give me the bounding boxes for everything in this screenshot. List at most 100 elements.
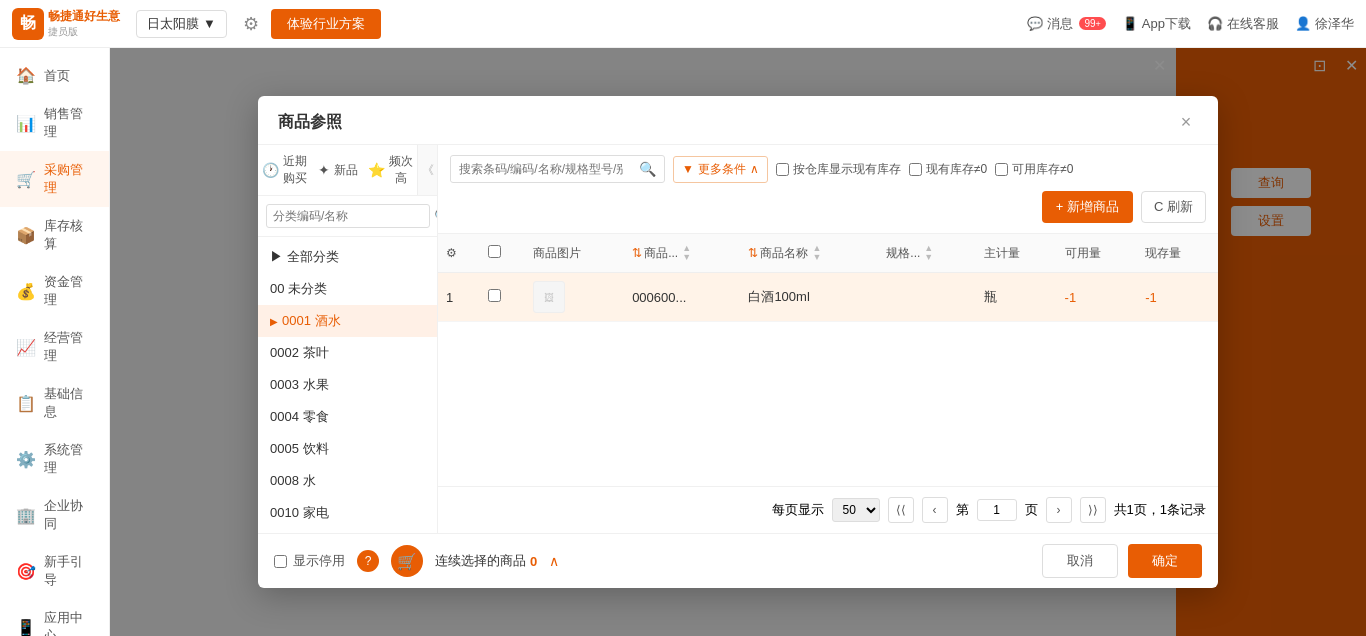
inventory-icon: 📦 bbox=[16, 226, 36, 245]
category-all[interactable]: ▶ 全部分类 bbox=[258, 241, 437, 273]
guide-icon: 🎯 bbox=[16, 562, 36, 581]
page-last-button[interactable]: ⟩⟩ bbox=[1080, 497, 1106, 523]
sidebar-item-sales[interactable]: 📊 销售管理 bbox=[0, 95, 109, 151]
category-item-water[interactable]: 0008 水 bbox=[258, 465, 437, 497]
toolbar-right: + 新增商品 C 刷新 bbox=[1042, 191, 1206, 223]
tab-high-frequency[interactable]: ⭐ 频次高 bbox=[364, 145, 417, 195]
finance-icon: 💰 bbox=[16, 282, 36, 301]
category-item-appliance[interactable]: 0010 家电 bbox=[258, 497, 437, 529]
select-all-checkbox[interactable] bbox=[488, 245, 501, 258]
category-search-input[interactable] bbox=[266, 204, 430, 228]
image-placeholder-icon: 🖼 bbox=[544, 292, 554, 303]
message-badge: 99+ bbox=[1079, 17, 1105, 30]
tab-recent-purchase[interactable]: 🕐 近期购买 bbox=[258, 145, 311, 195]
spec-sort-arrows[interactable]: ▲▼ bbox=[924, 244, 933, 262]
footer-left: 显示停用 bbox=[274, 552, 345, 570]
name-sort-arrows[interactable]: ▲▼ bbox=[812, 244, 821, 262]
product-search-input[interactable] bbox=[451, 157, 631, 181]
sidebar: 🏠 首页 📊 销售管理 🛒 采购管理 📦 库存核算 💰 资金管理 📈 经营管理 … bbox=[0, 48, 110, 636]
category-item-fruit[interactable]: 0003 水果 bbox=[258, 369, 437, 401]
more-filter-button[interactable]: ▼ 更多条件 ∧ bbox=[673, 156, 768, 183]
recent-icon: 🕐 bbox=[262, 162, 279, 178]
row-num: 1 bbox=[438, 273, 480, 322]
nav-user-avatar[interactable]: 👤 徐泽华 bbox=[1295, 15, 1354, 33]
sidebar-item-enterprise[interactable]: 🏢 企业协同 bbox=[0, 487, 109, 543]
sidebar-item-basic-info[interactable]: 📋 基础信息 bbox=[0, 375, 109, 431]
row-available: -1 bbox=[1057, 273, 1138, 322]
page-prev-button[interactable]: ‹ bbox=[922, 497, 948, 523]
home-icon: 🏠 bbox=[16, 66, 36, 85]
page-first-button[interactable]: ⟨⟨ bbox=[888, 497, 914, 523]
row-spec bbox=[878, 273, 976, 322]
checkbox-usable-stock[interactable]: 可用库存≠0 bbox=[995, 161, 1073, 178]
help-icon-button[interactable]: ? bbox=[357, 550, 379, 572]
nav-online-service[interactable]: 🎧 在线客服 bbox=[1207, 15, 1279, 33]
code-sort-arrows[interactable]: ▲▼ bbox=[682, 244, 691, 262]
sidebar-item-guide[interactable]: 🎯 新手引导 bbox=[0, 543, 109, 599]
table-row[interactable]: 1 🖼 bbox=[438, 273, 1218, 322]
product-image: 🖼 bbox=[533, 281, 565, 313]
product-table: ⚙ 商品图片 bbox=[438, 234, 1218, 486]
logo-text: 畅捷通好生意 捷员版 bbox=[48, 8, 120, 39]
product-search-button[interactable]: 🔍 bbox=[631, 156, 664, 182]
modal-close-button[interactable]: × bbox=[1174, 110, 1198, 134]
gear-icon[interactable]: ⚙ bbox=[243, 13, 259, 35]
page-size-select[interactable]: 50 bbox=[832, 498, 880, 522]
sidebar-item-inventory[interactable]: 📦 库存核算 bbox=[0, 207, 109, 263]
category-item-beverage[interactable]: 0005 饮料 bbox=[258, 433, 437, 465]
cancel-button[interactable]: 取消 bbox=[1042, 544, 1118, 578]
nav-right: 💬 消息 99+ 📱 App下载 🎧 在线客服 👤 徐泽华 bbox=[1027, 15, 1354, 33]
page-label: 第 bbox=[956, 501, 969, 519]
product-reference-modal: 商品参照 × 🕐 近期购买 ✦ bbox=[258, 96, 1218, 588]
page-next-button[interactable]: › bbox=[1046, 497, 1072, 523]
category-item-tea[interactable]: 0002 茶叶 bbox=[258, 337, 437, 369]
cart-icon-button[interactable]: 🛒 bbox=[391, 545, 423, 577]
logo-area: 畅 畅捷通好生意 捷员版 bbox=[12, 8, 120, 40]
category-list: ▶ 全部分类 00 未分类 ▶ 0001 酒水 0002 茶叶 bbox=[258, 237, 437, 533]
sidebar-item-app-center[interactable]: 📱 应用中心 bbox=[0, 599, 109, 636]
name-sort-icon: ⇅ bbox=[748, 246, 758, 260]
operations-icon: 📈 bbox=[16, 338, 36, 357]
checkbox-warehouse-stock[interactable]: 按仓库显示现有库存 bbox=[776, 161, 901, 178]
refresh-button[interactable]: C 刷新 bbox=[1141, 191, 1206, 223]
user-icon: 👤 bbox=[1295, 16, 1311, 31]
add-product-button[interactable]: + 新增商品 bbox=[1042, 191, 1133, 223]
sidebar-item-operations[interactable]: 📈 经营管理 bbox=[0, 319, 109, 375]
row-select-checkbox[interactable] bbox=[488, 289, 501, 302]
nav-app-download[interactable]: 📱 App下载 bbox=[1122, 15, 1191, 33]
checkbox-available-stock[interactable]: 现有库存≠0 bbox=[909, 161, 987, 178]
footer-right: 取消 确定 bbox=[1042, 544, 1202, 578]
settings-icon[interactable]: ⚙ bbox=[446, 246, 457, 260]
th-checkbox bbox=[480, 234, 525, 273]
th-image: 商品图片 bbox=[525, 234, 624, 273]
sidebar-item-finance[interactable]: 💰 资金管理 bbox=[0, 263, 109, 319]
usable-stock-checkbox[interactable] bbox=[995, 163, 1008, 176]
new-icon: ✦ bbox=[318, 162, 330, 178]
sidebar-item-system[interactable]: ⚙️ 系统管理 bbox=[0, 431, 109, 487]
experience-button[interactable]: 体验行业方案 bbox=[271, 9, 381, 39]
category-nav-tabs: 🕐 近期购买 ✦ 新品 ⭐ 频次高 《 bbox=[258, 145, 437, 196]
product-search-box: 🔍 bbox=[450, 155, 665, 183]
page-number-input[interactable]: 1 bbox=[977, 499, 1017, 521]
products-table: ⚙ 商品图片 bbox=[438, 234, 1218, 322]
category-item-uncategorized[interactable]: 00 未分类 bbox=[258, 273, 437, 305]
modal-footer: 显示停用 ? 🛒 连续选择的商品 0 ∧ 取消 确定 bbox=[258, 533, 1218, 588]
category-collapse-button[interactable]: 《 bbox=[417, 145, 437, 195]
basic-info-icon: 📋 bbox=[16, 394, 36, 413]
nav-messages[interactable]: 💬 消息 99+ bbox=[1027, 15, 1105, 33]
category-item-liquor[interactable]: ▶ 0001 酒水 bbox=[258, 305, 437, 337]
sidebar-item-purchase[interactable]: 🛒 采购管理 bbox=[0, 151, 109, 207]
display-disabled-checkbox[interactable] bbox=[274, 555, 287, 568]
warehouse-stock-checkbox[interactable] bbox=[776, 163, 789, 176]
footer-collapse-button[interactable]: ∧ bbox=[549, 553, 559, 569]
category-item-snack[interactable]: 0004 零食 bbox=[258, 401, 437, 433]
sidebar-item-home[interactable]: 🏠 首页 bbox=[0, 56, 109, 95]
sales-icon: 📊 bbox=[16, 114, 36, 133]
display-disabled-label[interactable]: 显示停用 bbox=[274, 552, 345, 570]
confirm-button[interactable]: 确定 bbox=[1128, 544, 1202, 578]
nav-center: ⚙ 体验行业方案 bbox=[227, 9, 1028, 39]
available-stock-checkbox[interactable] bbox=[909, 163, 922, 176]
store-selector[interactable]: 日太阳膜 ▼ bbox=[136, 10, 227, 38]
tab-new-products[interactable]: ✦ 新品 bbox=[311, 145, 364, 195]
row-image: 🖼 bbox=[525, 273, 624, 322]
